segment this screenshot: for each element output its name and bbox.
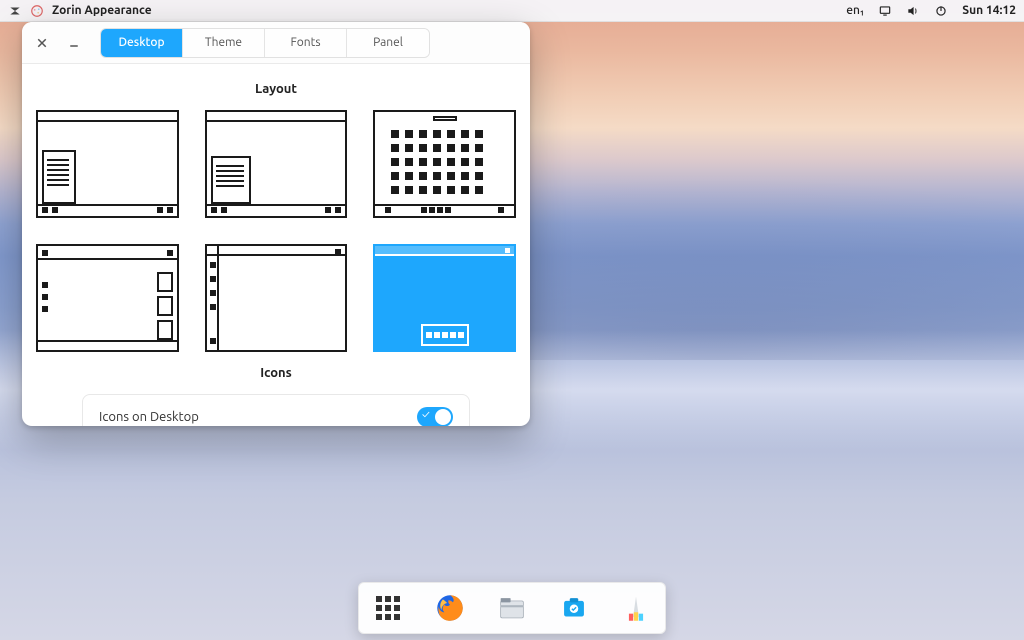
layout-grid	[34, 110, 518, 360]
tab-fonts[interactable]: Fonts	[265, 29, 347, 57]
power-icon[interactable]	[934, 4, 948, 18]
tab-desktop[interactable]: Desktop	[101, 29, 183, 57]
keyboard-indicator[interactable]: en₁	[846, 4, 864, 17]
appearance-dock-icon[interactable]	[617, 589, 655, 627]
tab-panel[interactable]: Panel	[347, 29, 429, 57]
layout-option-3[interactable]	[373, 110, 516, 218]
layout-section-title: Layout	[34, 82, 518, 96]
appearance-icon	[30, 4, 44, 18]
tab-theme[interactable]: Theme	[183, 29, 265, 57]
tabs: Desktop Theme Fonts Panel	[100, 28, 430, 58]
zorin-logo-icon[interactable]	[8, 4, 22, 18]
software-icon[interactable]	[555, 589, 593, 627]
icons-on-desktop-label: Icons on Desktop	[99, 410, 199, 424]
layout-option-4[interactable]	[36, 244, 179, 352]
layout-option-1[interactable]	[36, 110, 179, 218]
dock	[358, 582, 666, 634]
close-button[interactable]	[28, 29, 56, 57]
minimize-button[interactable]	[60, 29, 88, 57]
icons-section-title: Icons	[34, 366, 518, 380]
layout-option-5[interactable]	[205, 244, 348, 352]
apps-menu-icon[interactable]	[369, 589, 407, 627]
display-icon[interactable]	[878, 4, 892, 18]
top-panel: Zorin Appearance en₁ Sun 14:12	[0, 0, 1024, 22]
icons-settings-card: Icons on Desktop ✓ Home	[82, 394, 470, 426]
clock[interactable]: Sun 14:12	[962, 4, 1016, 17]
window-titlebar: Desktop Theme Fonts Panel	[22, 22, 530, 64]
firefox-icon[interactable]	[431, 589, 469, 627]
icons-on-desktop-row: Icons on Desktop ✓	[83, 395, 469, 426]
window-body: Layout	[22, 64, 530, 426]
appearance-window: Desktop Theme Fonts Panel Layout	[22, 22, 530, 426]
icons-on-desktop-toggle[interactable]: ✓	[417, 407, 453, 426]
volume-icon[interactable]	[906, 4, 920, 18]
layout-option-6[interactable]	[373, 244, 516, 352]
app-title: Zorin Appearance	[52, 4, 152, 17]
files-icon[interactable]	[493, 589, 531, 627]
layout-option-2[interactable]	[205, 110, 348, 218]
